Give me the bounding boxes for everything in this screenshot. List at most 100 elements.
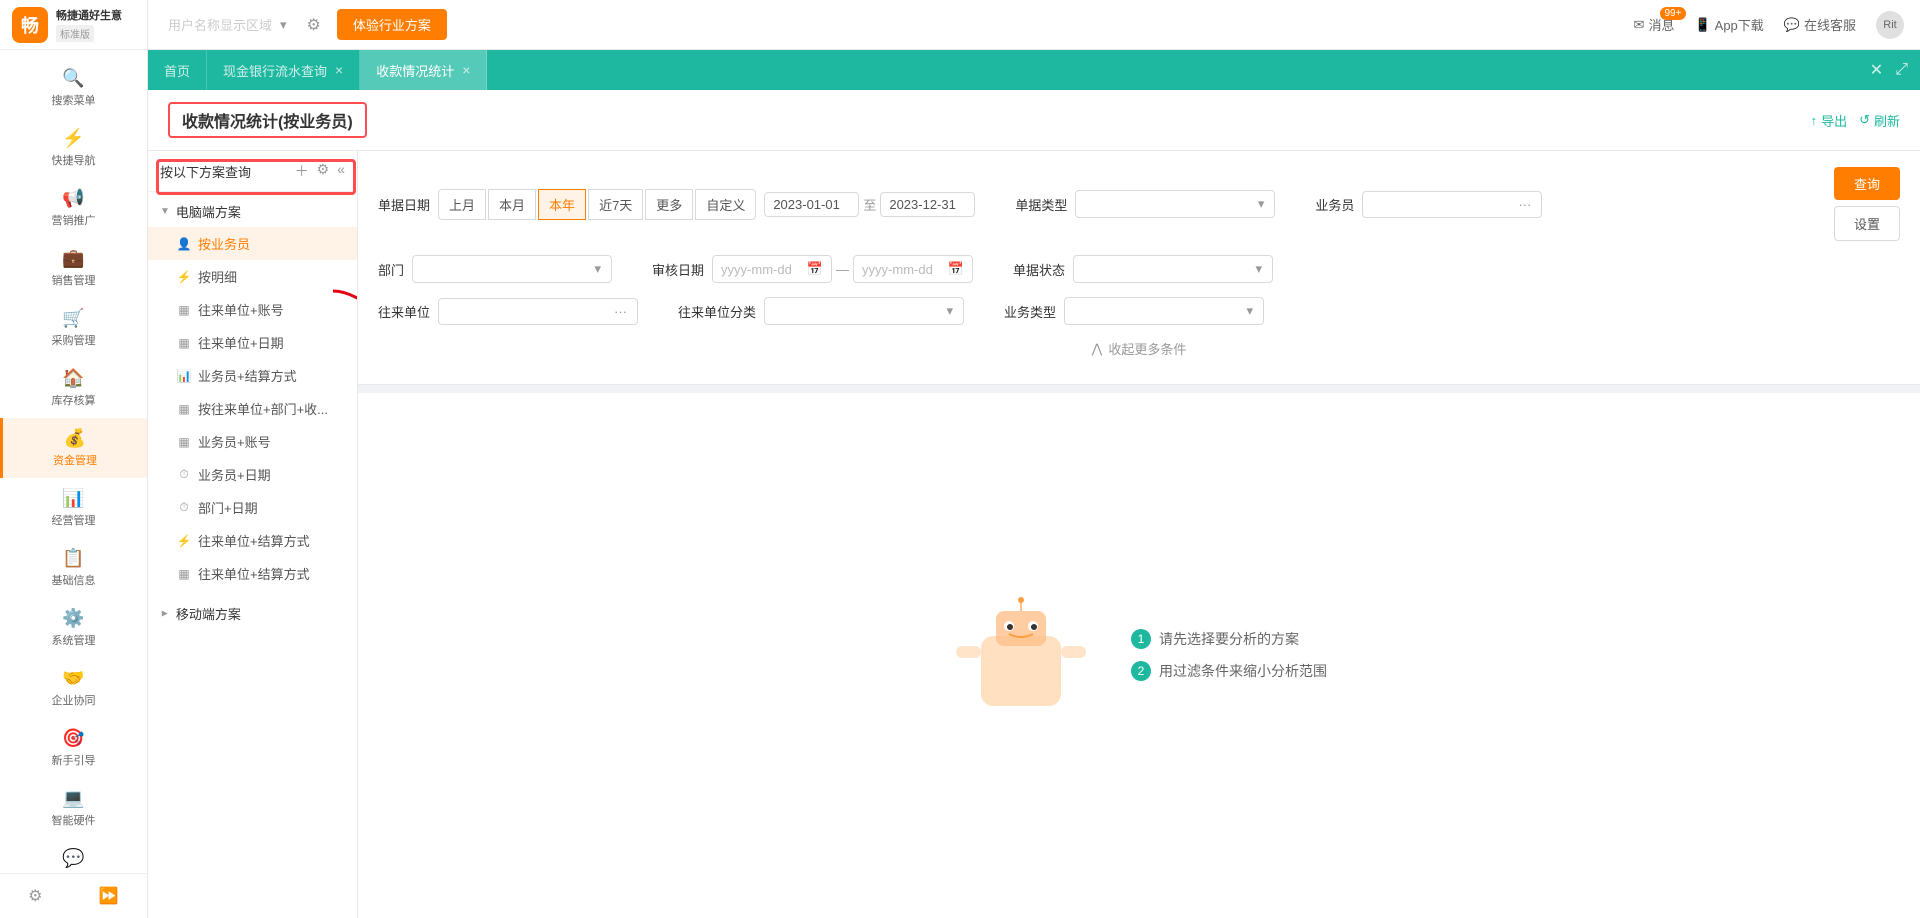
salesman-account-label: 业务员+账号 — [198, 432, 271, 451]
sidebar-item-system[interactable]: ⚙️ 系统管理 — [0, 598, 147, 658]
dept-group: 部门 ▾ — [378, 255, 612, 283]
sidebar-item-basic[interactable]: 📋 基础信息 — [0, 538, 147, 598]
date-filter-group: 单据日期 上月 本月 本年 近7天 更多 自定义 至 — [378, 189, 975, 220]
sidebar-item-operation[interactable]: 📊 经营管理 — [0, 478, 147, 538]
doc-type-select[interactable]: ▾ — [1075, 190, 1275, 218]
trial-btn[interactable]: 体验行业方案 — [337, 9, 447, 40]
doc-status-group: 单据状态 ▾ — [1013, 255, 1273, 283]
scheme-item-salesman-settlement[interactable]: 📊 业务员+结算方式 — [148, 359, 357, 392]
breadcrumb-dropdown[interactable]: ▾ — [280, 17, 287, 33]
sidebar-settings-btn[interactable]: ⚙ — [28, 886, 42, 906]
tab-bank-flow[interactable]: 现金银行流水查询 × — [207, 50, 360, 90]
counterparty-category-select[interactable]: ▾ — [764, 297, 964, 325]
review-date-start[interactable]: yyyy-mm-dd 📅 — [712, 255, 832, 283]
date-end-input[interactable] — [880, 192, 975, 217]
query-btn[interactable]: 查询 — [1834, 167, 1900, 200]
sidebar-item-enterprise[interactable]: 🤝 企业协同 — [0, 658, 147, 718]
sidebar-item-purchase[interactable]: 🛒 采购管理 — [0, 298, 147, 358]
sidebar-item-inventory[interactable]: 🏠 库存核算 — [0, 358, 147, 418]
right-panel: 单据日期 上月 本月 本年 近7天 更多 自定义 至 — [358, 151, 1920, 918]
counterparty-select[interactable]: ··· — [438, 298, 638, 325]
sidebar-item-guide[interactable]: 🎯 新手引导 — [0, 718, 147, 778]
scheme-item-by-salesman[interactable]: 👤 按业务员 — [148, 227, 357, 260]
tab-home-label: 首页 — [164, 61, 190, 80]
sidebar-item-search-menu[interactable]: 🔍 搜索菜单 — [0, 58, 147, 118]
sidebar-item-quick-nav[interactable]: ⚡ 快捷导航 — [0, 118, 147, 178]
review-date-end[interactable]: yyyy-mm-dd 📅 — [853, 255, 973, 283]
date-btn-this-month[interactable]: 本月 — [488, 189, 536, 220]
scheme-settings-btn[interactable]: ⚙ — [317, 161, 330, 181]
settings-btn[interactable]: 设置 — [1834, 206, 1900, 241]
salesman-account-icon: ▦ — [176, 434, 192, 450]
by-detail-label: 按明细 — [198, 267, 237, 286]
customer-dept-icon: ▦ — [176, 401, 192, 417]
dept-date-label: 部门+日期 — [198, 498, 258, 517]
tab-home[interactable]: 首页 — [148, 50, 207, 90]
system-icon: ⚙️ — [62, 608, 84, 629]
sidebar-item-marketing[interactable]: 📢 营销推广 — [0, 178, 147, 238]
tab-maximize[interactable]: ⤢ — [1895, 61, 1908, 79]
scheme-item-customer-settlement1[interactable]: ⚡ 往来单位+结算方式 — [148, 524, 357, 557]
tab-collection-stats-close[interactable]: × — [462, 62, 470, 78]
tab-close-all[interactable]: ✕ — [1870, 60, 1883, 80]
doc-status-select[interactable]: ▾ — [1073, 255, 1273, 283]
refresh-btn[interactable]: ↺ 刷新 — [1859, 111, 1900, 130]
avatar-text: Rit — [1883, 19, 1896, 31]
salesman-more-dots: ··· — [1518, 197, 1531, 212]
date-btn-more[interactable]: 更多 — [645, 189, 693, 220]
sidebar-item-wechat[interactable]: 💬 企业微信 — [0, 838, 147, 873]
inventory-icon: 🏠 — [62, 368, 84, 389]
tip-text-1: 请先选择要分析的方案 — [1159, 629, 1299, 649]
date-btn-this-year[interactable]: 本年 — [538, 189, 586, 220]
message-btn[interactable]: ✉ 消息 99+ — [1634, 15, 1675, 34]
sidebar-item-finance[interactable]: 💰 资金管理 — [0, 418, 147, 478]
operation-icon: 📊 — [62, 488, 84, 509]
scheme-item-customer-date[interactable]: ▦ 往来单位+日期 — [148, 326, 357, 359]
date-btn-last-month[interactable]: 上月 — [438, 189, 486, 220]
header-right: ✉ 消息 99+ 📱 App下载 💬 在线客服 Rit — [1634, 11, 1904, 39]
dept-select[interactable]: ▾ — [412, 255, 612, 283]
scheme-item-salesman-date[interactable]: ⏱ 业务员+日期 — [148, 458, 357, 491]
desktop-scheme-group-title[interactable]: ▼ 电脑端方案 — [148, 196, 357, 227]
dept-label: 部门 — [378, 260, 404, 279]
online-service-btn[interactable]: 💬 在线客服 — [1784, 15, 1856, 34]
sidebar-item-sales[interactable]: 💼 销售管理 — [0, 238, 147, 298]
collapse-filter-btn[interactable]: ⋀ 收起更多条件 — [378, 329, 1900, 368]
date-start-input[interactable] — [764, 192, 859, 217]
scheme-item-customer-settlement2[interactable]: ▦ 往来单位+结算方式 — [148, 557, 357, 590]
sidebar-item-hardware[interactable]: 💻 智能硬件 — [0, 778, 147, 838]
add-scheme-btn[interactable]: ＋ — [295, 161, 309, 181]
tab-collection-stats[interactable]: 收款情况统计 × — [360, 50, 487, 90]
mobile-scheme-group-title[interactable]: ▼ 移动端方案 — [148, 598, 357, 629]
counterparty-category-label: 往来单位分类 — [678, 302, 756, 321]
message-icon: ✉ — [1634, 17, 1645, 33]
business-type-select[interactable]: ▾ — [1064, 297, 1264, 325]
avatar[interactable]: Rit — [1876, 11, 1904, 39]
scheme-item-salesman-account[interactable]: ▦ 业务员+账号 — [148, 425, 357, 458]
tab-bank-flow-close[interactable]: × — [335, 62, 343, 78]
date-btn-last7[interactable]: 近7天 — [588, 189, 643, 220]
date-range: 至 — [764, 192, 975, 217]
tip-text-2: 用过滤条件来缩小分析范围 — [1159, 661, 1327, 681]
scheme-collapse-btn[interactable]: « — [337, 161, 345, 181]
main-content: 收款情况统计(按业务员) ↑ 导出 ↺ 刷新 按以下方案查询 ＋ ⚙ « — [148, 90, 1920, 918]
sidebar-expand-btn[interactable]: ⏩ — [99, 886, 119, 906]
content-layout: 按以下方案查询 ＋ ⚙ « ▼ 电脑端方案 👤 按业务员 ⚡ — [148, 151, 1920, 918]
header-settings-icon[interactable]: ⚙ — [307, 15, 321, 35]
by-salesman-icon: 👤 — [176, 236, 192, 252]
date-btn-custom[interactable]: 自定义 — [695, 189, 756, 220]
robot-svg — [951, 596, 1091, 726]
scheme-item-by-detail[interactable]: ⚡ 按明细 — [148, 260, 357, 293]
mobile-group-label: 移动端方案 — [176, 604, 241, 623]
salesman-select[interactable]: ··· — [1362, 191, 1542, 218]
page-title: 收款情况统计(按业务员) — [168, 102, 367, 138]
empty-tip-2: 2 用过滤条件来缩小分析范围 — [1131, 661, 1327, 681]
doc-status-arrow: ▾ — [1256, 261, 1263, 277]
export-btn[interactable]: ↑ 导出 — [1811, 111, 1848, 130]
app-download-btn[interactable]: 📱 App下载 — [1694, 15, 1763, 34]
scheme-item-dept-date[interactable]: ⏱ 部门+日期 — [148, 491, 357, 524]
scheme-item-customer-dept[interactable]: ▦ 按往来单位+部门+收... — [148, 392, 357, 425]
finance-icon: 💰 — [64, 428, 86, 449]
sales-icon: 💼 — [62, 248, 84, 269]
scheme-item-customer-account[interactable]: ▦ 往来单位+账号 — [148, 293, 357, 326]
